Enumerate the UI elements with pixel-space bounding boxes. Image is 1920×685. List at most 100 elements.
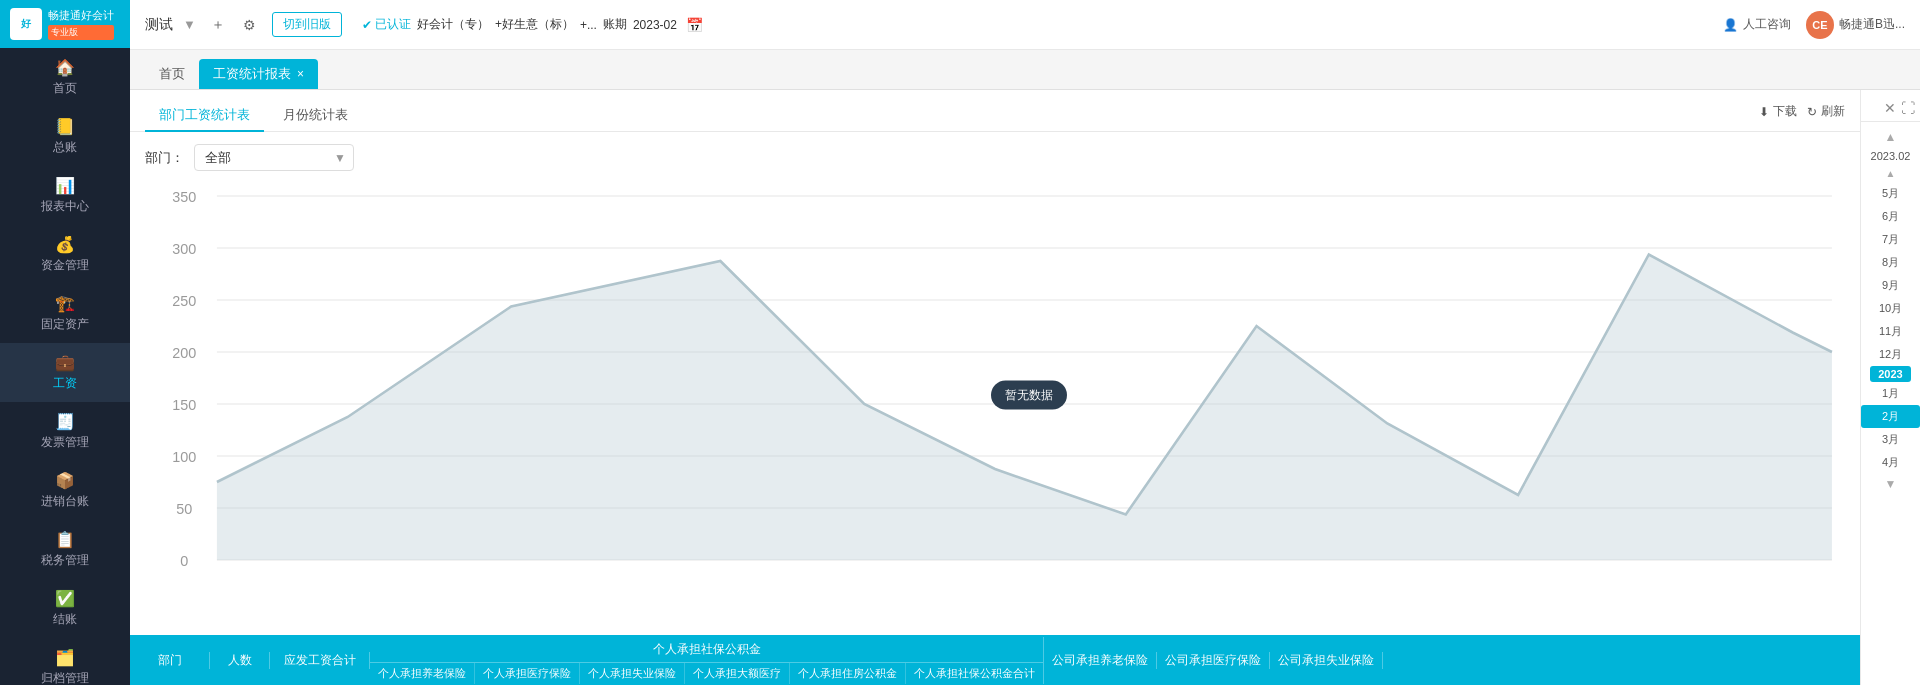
- expand-panel-icon[interactable]: ⛶: [1901, 100, 1915, 116]
- month-5[interactable]: 5月: [1861, 182, 1920, 205]
- sidebar-item-archive[interactable]: 🗂️ 归档管理: [0, 638, 130, 685]
- user-info[interactable]: CE 畅捷通B迅...: [1806, 11, 1905, 39]
- sidebar-item-ledger[interactable]: 📒 总账: [0, 107, 130, 166]
- period-label: 账期: [603, 16, 627, 33]
- badge-item-1: 好会计（专）: [417, 16, 489, 33]
- month-1[interactable]: 1月: [1861, 382, 1920, 405]
- sidebar-item-label: 报表中心: [41, 198, 89, 215]
- sub-tab-monthly[interactable]: 月份统计表: [269, 100, 362, 132]
- month-8[interactable]: 8月: [1861, 251, 1920, 274]
- tab-close-icon[interactable]: ×: [297, 67, 304, 81]
- period-value: 2023-02: [633, 18, 677, 32]
- sidebar-item-invoices[interactable]: 🧾 发票管理: [0, 402, 130, 461]
- logo-icon: 好: [10, 8, 42, 40]
- sidebar-item-funds[interactable]: 💰 资金管理: [0, 225, 130, 284]
- scroll-up-icon[interactable]: ▲: [1885, 127, 1897, 147]
- col-department: 部门: [130, 652, 210, 669]
- month-10[interactable]: 10月: [1861, 297, 1920, 320]
- col-pension: 个人承担养老保险: [370, 663, 475, 684]
- closing-icon: ✅: [55, 589, 75, 608]
- settings-icon[interactable]: ⚙: [238, 13, 262, 37]
- sidebar-item-assets[interactable]: 🏗️ 固定资产: [0, 284, 130, 343]
- download-button[interactable]: ⬇ 下载: [1759, 103, 1797, 120]
- refresh-button[interactable]: ↻ 刷新: [1807, 103, 1845, 120]
- col-total-salary: 应发工资合计: [270, 652, 370, 669]
- bottom-table-header: 部门 人数 应发工资合计 个人承担社保公积金 个人承担养老保险 个人承担医疗保险…: [130, 635, 1860, 685]
- sidebar-item-tax[interactable]: 📋 税务管理: [0, 520, 130, 579]
- user-avatar: CE: [1806, 11, 1834, 39]
- tabbar: 首页 工资统计报表 ×: [130, 50, 1920, 90]
- download-icon: ⬇: [1759, 105, 1769, 119]
- sidebar-item-closing[interactable]: ✅ 结账: [0, 579, 130, 638]
- month-4[interactable]: 4月: [1861, 451, 1920, 474]
- sidebar-item-reports[interactable]: 📊 报表中心: [0, 166, 130, 225]
- month-9[interactable]: 9月: [1861, 274, 1920, 297]
- tab-home[interactable]: 首页: [145, 59, 199, 89]
- topbar: 测试 ▼ ＋ ⚙ 切到旧版 ✔ 已认证 好会计（专） +好生意（标） +... …: [130, 0, 1920, 50]
- svg-text:250: 250: [172, 294, 196, 310]
- support-label: 人工咨询: [1743, 16, 1791, 33]
- col-medical: 个人承担医疗保险: [475, 663, 580, 684]
- sidebar-item-label: 总账: [53, 139, 77, 156]
- main-area: 测试 ▼ ＋ ⚙ 切到旧版 ✔ 已认证 好会计（专） +好生意（标） +... …: [130, 0, 1920, 685]
- svg-text:50: 50: [176, 502, 192, 518]
- certified-badge: ✔ 已认证: [362, 16, 411, 33]
- month-12[interactable]: 12月: [1861, 343, 1920, 366]
- sidebar-item-inventory[interactable]: 📦 进销台账: [0, 461, 130, 520]
- close-panel-icon[interactable]: ✕: [1884, 100, 1896, 116]
- add-icon[interactable]: ＋: [206, 13, 230, 37]
- chart-area: 350 300 250 200 150 100 50 0: [130, 183, 1860, 635]
- reports-icon: 📊: [55, 176, 75, 195]
- sub-tab-department[interactable]: 部门工资统计表: [145, 100, 264, 132]
- year-label-2023[interactable]: 2023: [1870, 366, 1910, 382]
- switch-version-button[interactable]: 切到旧版: [272, 12, 342, 37]
- col-major-medical: 个人承担大额医疗: [685, 663, 790, 684]
- col-headcount: 人数: [210, 652, 270, 669]
- app-edition: 专业版: [48, 25, 114, 40]
- assets-icon: 🏗️: [55, 294, 75, 313]
- col-company-unemployment: 公司承担失业保险: [1270, 652, 1383, 669]
- month-3[interactable]: 3月: [1861, 428, 1920, 451]
- month-11[interactable]: 11月: [1861, 320, 1920, 343]
- month-7[interactable]: 7月: [1861, 228, 1920, 251]
- sidebar-item-label: 资金管理: [41, 257, 89, 274]
- month-2-active[interactable]: 2月: [1861, 405, 1920, 428]
- scroll-down-icon[interactable]: ▼: [1885, 474, 1897, 494]
- support-icon: 👤: [1723, 18, 1738, 32]
- user-name: 畅捷通B迅...: [1839, 16, 1905, 33]
- sub-tab-actions: ⬇ 下载 ↻ 刷新: [1759, 103, 1845, 128]
- invoices-icon: 🧾: [55, 412, 75, 431]
- certified-icon: ✔: [362, 18, 372, 32]
- content-main: 部门工资统计表 月份统计表 ⬇ 下载 ↻ 刷新 部门：: [130, 90, 1860, 685]
- logo-text-block: 畅捷通好会计 专业版: [48, 8, 114, 39]
- scroll-up-icon2[interactable]: ▲: [1886, 165, 1896, 182]
- calendar-icon[interactable]: 📅: [683, 13, 707, 37]
- year-label[interactable]: 2023.02: [1871, 147, 1911, 165]
- tab-salary-report[interactable]: 工资统计报表 ×: [199, 59, 318, 89]
- badge-item-2: +好生意（标）: [495, 16, 574, 33]
- filter-bar: 部门： 全部 销售部 财务部 人事部 技术部 ▼: [130, 132, 1860, 183]
- chart-tooltip: 暂无数据: [991, 381, 1067, 410]
- sidebar-item-home[interactable]: 🏠 首页: [0, 48, 130, 107]
- company-dropdown-arrow[interactable]: ▼: [183, 17, 196, 32]
- sidebar-item-label: 归档管理: [41, 670, 89, 685]
- sub-tabs: 部门工资统计表 月份统计表: [145, 100, 362, 131]
- sub-tabbar: 部门工资统计表 月份统计表 ⬇ 下载 ↻ 刷新: [130, 90, 1860, 132]
- svg-text:0: 0: [180, 554, 188, 570]
- tax-icon: 📋: [55, 530, 75, 549]
- refresh-icon: ↻: [1807, 105, 1817, 119]
- right-panel-header: ✕ ⛶: [1861, 95, 1920, 122]
- badge-item-3: +...: [580, 18, 597, 32]
- sidebar-item-salary[interactable]: 💼 工资: [0, 343, 130, 402]
- month-6[interactable]: 6月: [1861, 205, 1920, 228]
- chart-container: 350 300 250 200 150 100 50 0: [145, 183, 1845, 625]
- support-button[interactable]: 👤 人工咨询: [1723, 16, 1791, 33]
- tab-label: 工资统计报表: [213, 65, 291, 83]
- department-select[interactable]: 全部 销售部 财务部 人事部 技术部: [194, 144, 354, 171]
- filter-label: 部门：: [145, 149, 184, 167]
- sidebar-item-label: 固定资产: [41, 316, 89, 333]
- svg-text:350: 350: [172, 190, 196, 206]
- topbar-right: 👤 人工咨询 CE 畅捷通B迅...: [1723, 11, 1905, 39]
- col-company-pension: 公司承担养老保险: [1044, 652, 1157, 669]
- topbar-badges: ✔ 已认证 好会计（专） +好生意（标） +... 账期 2023-02 📅: [362, 13, 707, 37]
